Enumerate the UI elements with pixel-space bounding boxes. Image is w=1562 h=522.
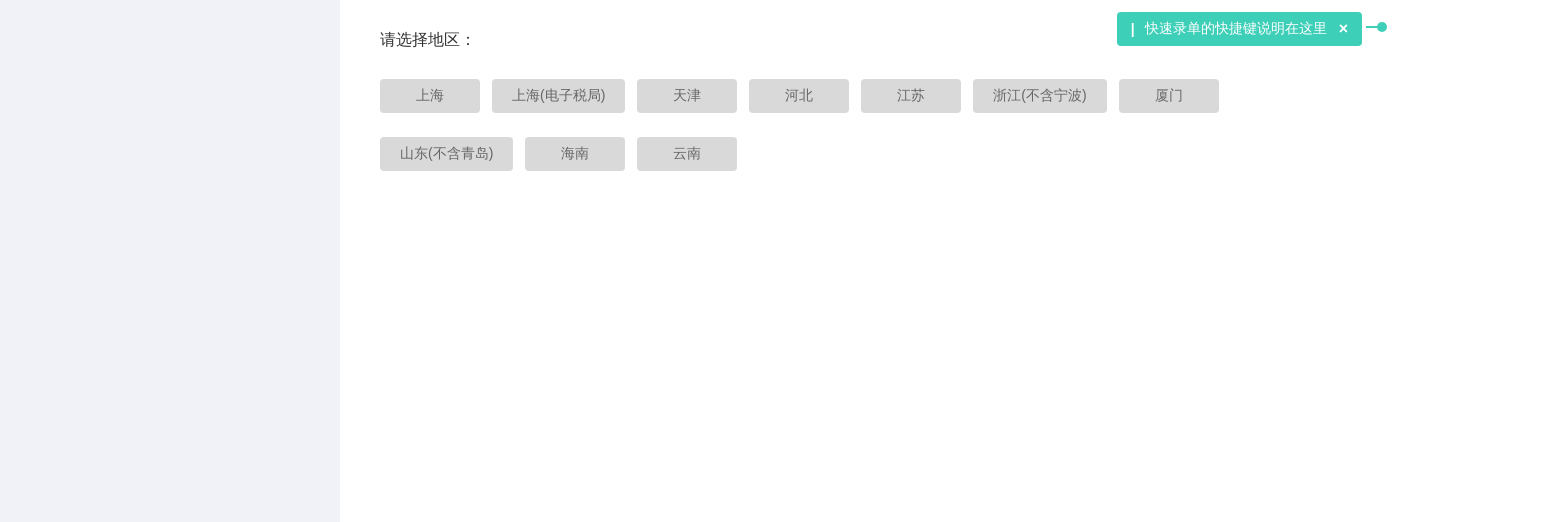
tooltip-close-button[interactable]: × bbox=[1339, 20, 1348, 38]
region-btn-xiamen[interactable]: 厦门 bbox=[1119, 79, 1219, 113]
main-content: 请选择地区： 上海 上海(电子税局) 天津 河北 江苏 浙江(不含宁波) 厦门 … bbox=[340, 0, 1562, 522]
region-btn-zhejiang[interactable]: 浙江(不含宁波) bbox=[973, 79, 1106, 113]
region-btn-hainan[interactable]: 海南 bbox=[525, 137, 625, 171]
region-btn-shanghai-etax[interactable]: 上海(电子税局) bbox=[492, 79, 625, 113]
sidebar bbox=[0, 0, 340, 522]
region-buttons-container: 上海 上海(电子税局) 天津 河北 江苏 浙江(不含宁波) 厦门 山东(不含青岛… bbox=[380, 79, 1522, 171]
connector-dot bbox=[1377, 22, 1387, 32]
region-btn-shandong[interactable]: 山东(不含青岛) bbox=[380, 137, 513, 171]
tooltip-banner: 快速录单的快捷键说明在这里 × bbox=[1117, 12, 1362, 46]
region-btn-shanghai[interactable]: 上海 bbox=[380, 79, 480, 113]
tooltip-text: 快速录单的快捷键说明在这里 bbox=[1145, 20, 1327, 38]
region-btn-tianjin[interactable]: 天津 bbox=[637, 79, 737, 113]
region-btn-yunnan[interactable]: 云南 bbox=[637, 137, 737, 171]
region-btn-jiangsu[interactable]: 江苏 bbox=[861, 79, 961, 113]
region-btn-hebei[interactable]: 河北 bbox=[749, 79, 849, 113]
